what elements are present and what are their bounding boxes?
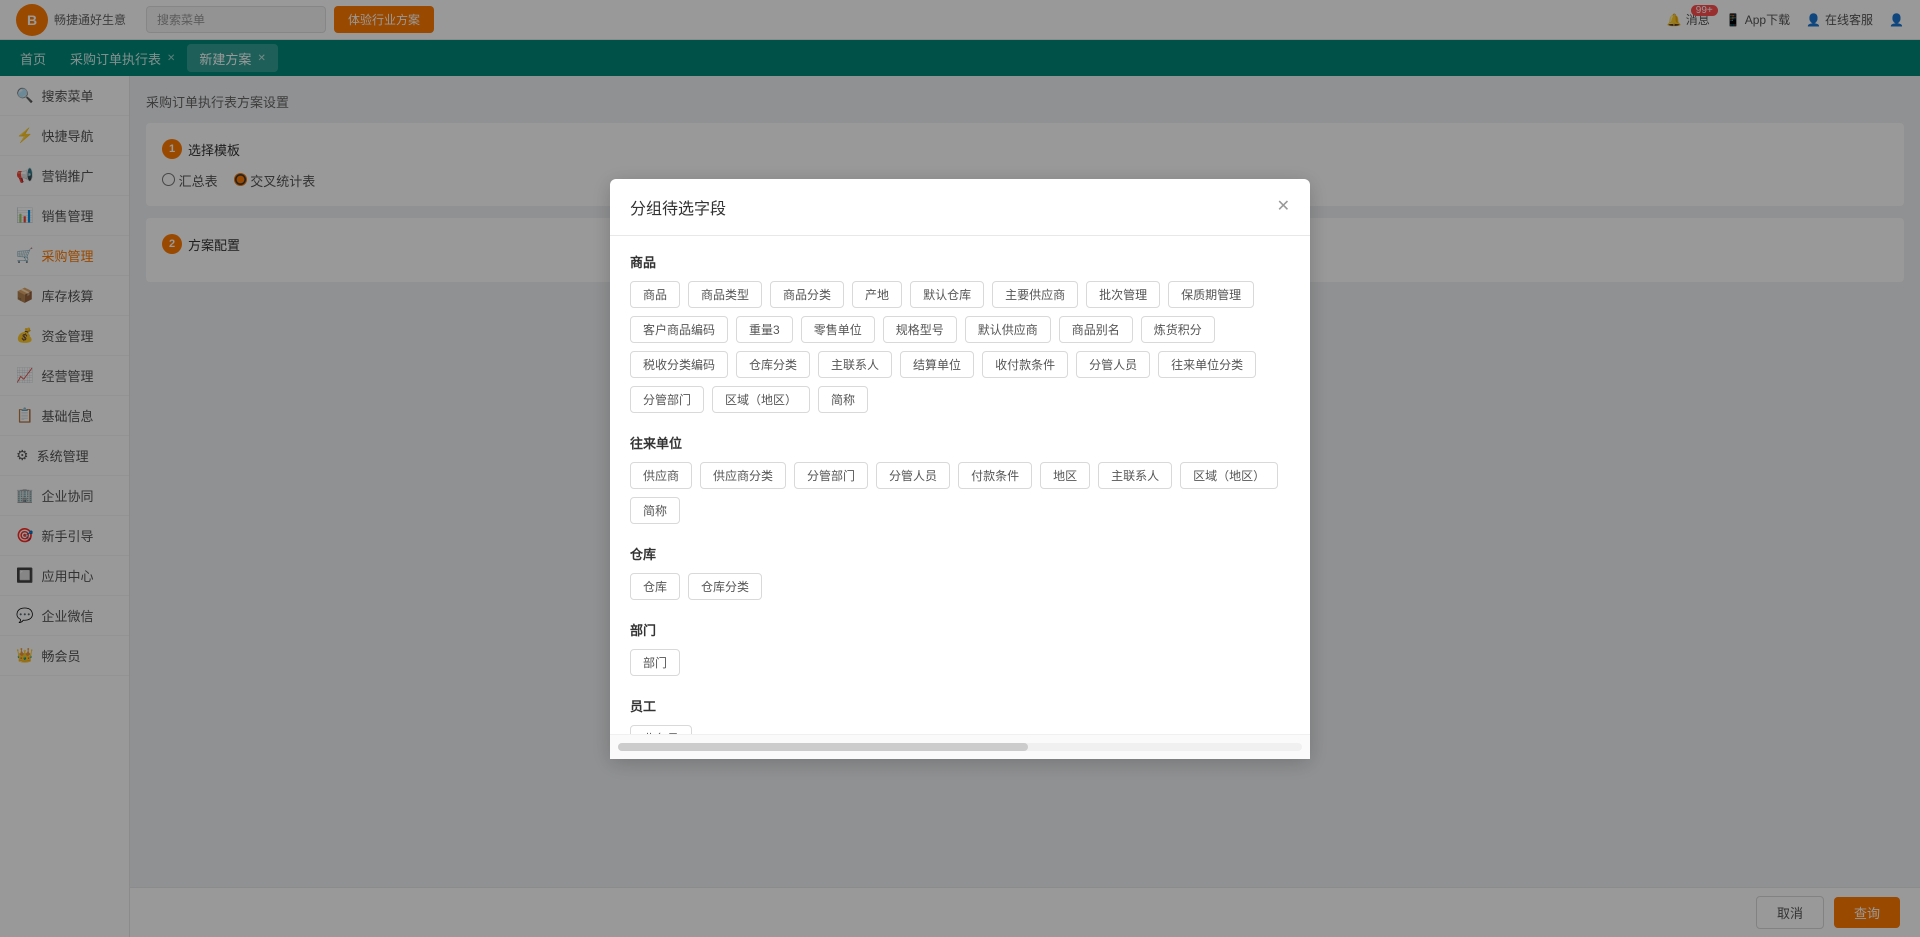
section-partner-fields: 供应商 供应商分类 分管部门 分管人员 付款条件 地区 主联系人 区域（地区） … <box>630 462 1290 524</box>
modal-body: 商品 商品 商品类型 商品分类 产地 默认仓库 主要供应商 批次管理 保质期管理… <box>610 236 1310 734</box>
section-warehouse-fields: 仓库 仓库分类 <box>630 573 1290 600</box>
field-tag[interactable]: 简称 <box>818 386 868 413</box>
field-tag-employee[interactable]: 业务员 <box>630 725 692 734</box>
field-tag[interactable]: 收付款条件 <box>982 351 1068 378</box>
field-tag[interactable]: 默认仓库 <box>910 281 984 308</box>
field-tag[interactable]: 客户商品编码 <box>630 316 728 343</box>
field-tag[interactable]: 主要供应商 <box>992 281 1078 308</box>
field-tag[interactable]: 分管部门 <box>794 462 868 489</box>
field-tag[interactable]: 供应商 <box>630 462 692 489</box>
field-selection-modal: 分组待选字段 ✕ 商品 商品 商品类型 商品分类 产地 默认仓库 主要供应商 批… <box>610 179 1310 759</box>
section-employee-fields: 业务员 <box>630 725 1290 734</box>
field-tag[interactable]: 分管人员 <box>876 462 950 489</box>
section-warehouse-title: 仓库 <box>630 544 1290 563</box>
section-warehouse: 仓库 仓库 仓库分类 <box>630 544 1290 600</box>
modal-header: 分组待选字段 ✕ <box>610 179 1310 236</box>
field-tag[interactable]: 商品类型 <box>688 281 762 308</box>
field-tag[interactable]: 往来单位分类 <box>1158 351 1256 378</box>
field-tag[interactable]: 商品别名 <box>1059 316 1133 343</box>
field-tag[interactable]: 区域（地区） <box>712 386 810 413</box>
field-tag[interactable]: 商品分类 <box>770 281 844 308</box>
field-tag[interactable]: 重量3 <box>736 316 793 343</box>
section-goods-title: 商品 <box>630 252 1290 271</box>
field-tag[interactable]: 结算单位 <box>900 351 974 378</box>
field-tag[interactable]: 分管人员 <box>1076 351 1150 378</box>
field-tag[interactable]: 仓库 <box>630 573 680 600</box>
field-tag[interactable]: 规格型号 <box>883 316 957 343</box>
field-tag[interactable]: 批次管理 <box>1086 281 1160 308</box>
field-tag[interactable]: 仓库分类 <box>688 573 762 600</box>
modal-hscroll-thumb <box>618 743 1028 751</box>
field-tag[interactable]: 部门 <box>630 649 680 676</box>
field-tag[interactable]: 付款条件 <box>958 462 1032 489</box>
section-goods: 商品 商品 商品类型 商品分类 产地 默认仓库 主要供应商 批次管理 保质期管理… <box>630 252 1290 413</box>
section-goods-fields: 商品 商品类型 商品分类 产地 默认仓库 主要供应商 批次管理 保质期管理 客户… <box>630 281 1290 413</box>
field-tag[interactable]: 保质期管理 <box>1168 281 1254 308</box>
field-tag[interactable]: 产地 <box>852 281 902 308</box>
section-department-fields: 部门 <box>630 649 1290 676</box>
field-tag[interactable]: 主联系人 <box>1098 462 1172 489</box>
section-employee-title: 员工 <box>630 696 1290 715</box>
field-tag[interactable]: 地区 <box>1040 462 1090 489</box>
section-partner: 往来单位 供应商 供应商分类 分管部门 分管人员 付款条件 地区 主联系人 区域… <box>630 433 1290 524</box>
section-department: 部门 部门 <box>630 620 1290 676</box>
modal-horizontal-scrollbar[interactable] <box>618 743 1302 751</box>
field-tag[interactable]: 仓库分类 <box>736 351 810 378</box>
field-tag[interactable]: 默认供应商 <box>965 316 1051 343</box>
modal-title: 分组待选字段 <box>630 195 726 219</box>
field-tag[interactable]: 税收分类编码 <box>630 351 728 378</box>
field-tag[interactable]: 区域（地区） <box>1180 462 1278 489</box>
modal-close-button[interactable]: ✕ <box>1277 199 1290 215</box>
modal-overlay: 分组待选字段 ✕ 商品 商品 商品类型 商品分类 产地 默认仓库 主要供应商 批… <box>0 0 1920 937</box>
field-tag[interactable]: 主联系人 <box>818 351 892 378</box>
field-tag[interactable]: 分管部门 <box>630 386 704 413</box>
field-tag[interactable]: 简称 <box>630 497 680 524</box>
section-partner-title: 往来单位 <box>630 433 1290 452</box>
modal-hscrollbar-container <box>610 734 1310 759</box>
section-employee: 员工 业务员 <box>630 696 1290 734</box>
section-department-title: 部门 <box>630 620 1290 639</box>
field-tag[interactable]: 零售单位 <box>801 316 875 343</box>
field-tag[interactable]: 商品 <box>630 281 680 308</box>
field-tag[interactable]: 炼货积分 <box>1141 316 1215 343</box>
field-tag[interactable]: 供应商分类 <box>700 462 786 489</box>
